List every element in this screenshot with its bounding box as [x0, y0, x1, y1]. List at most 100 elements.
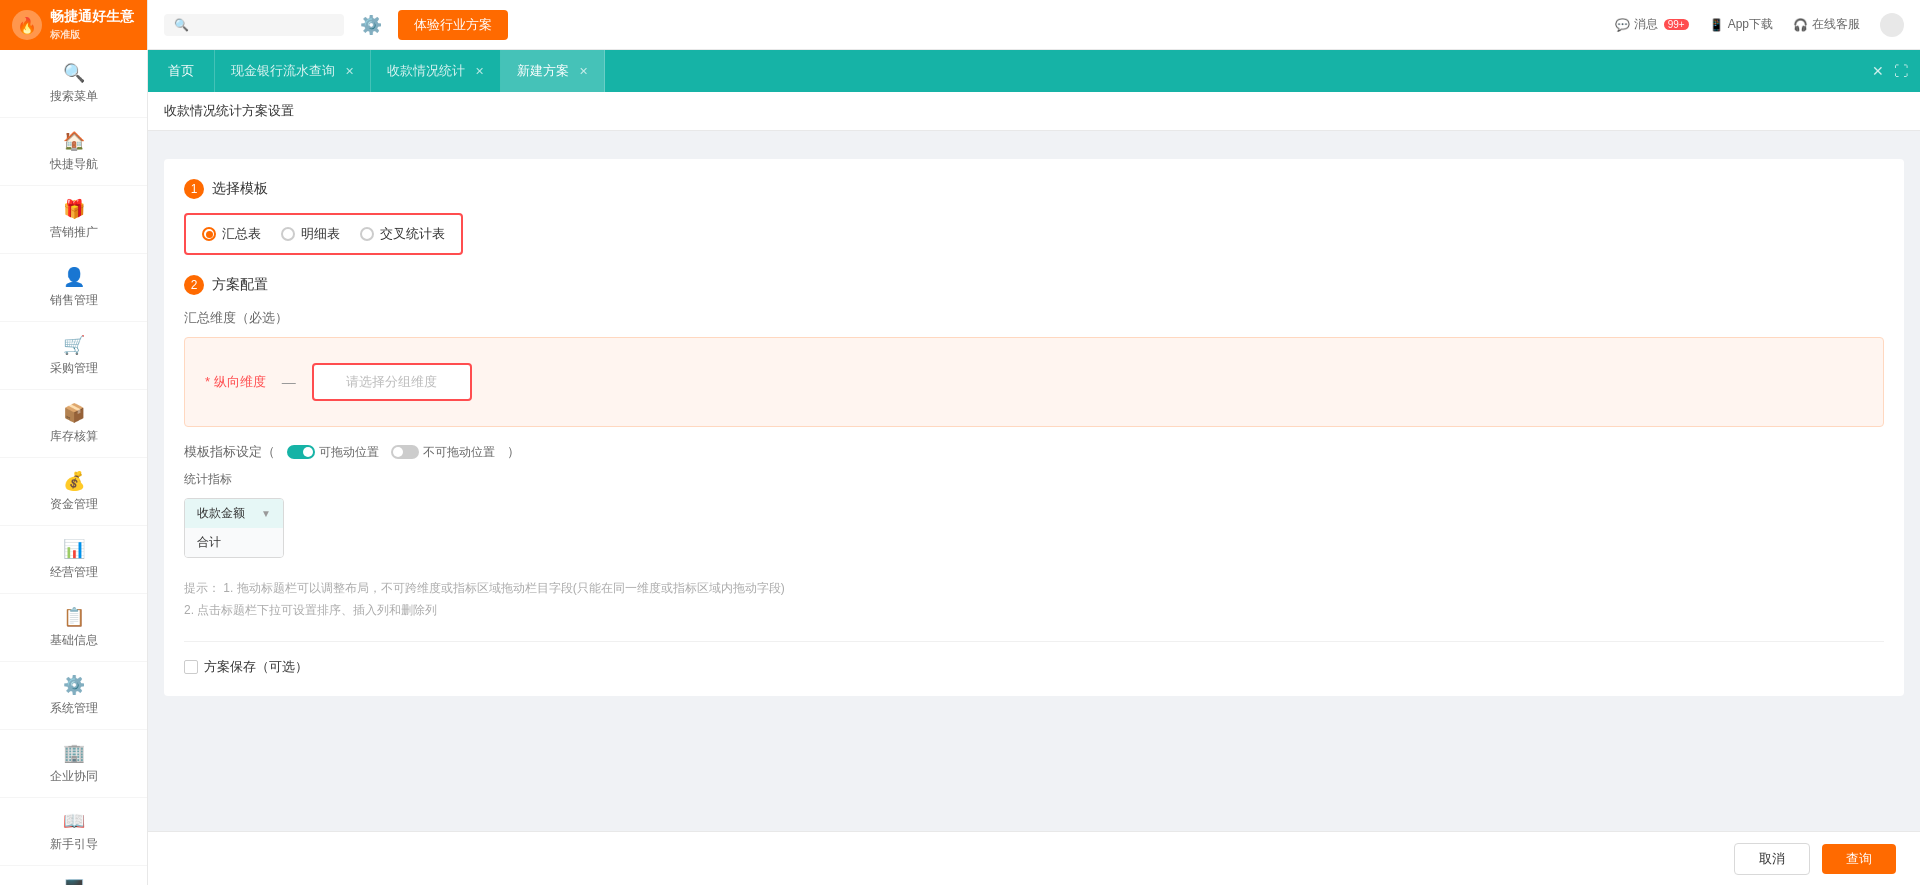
purchase-nav-icon: 🛒: [63, 334, 85, 356]
toggle-draggable[interactable]: 可拖动位置: [287, 444, 379, 461]
metrics-col-header-label: 收款金额: [197, 505, 245, 522]
toggle-active-pill: [287, 445, 315, 459]
radio-detail-label: 明细表: [301, 225, 340, 243]
messages-action[interactable]: 💬 消息 99+: [1615, 16, 1689, 33]
metrics-grid-wrapper: 统计指标 收款金额 ▼ 合计: [184, 471, 1884, 558]
app-download-label: App下载: [1728, 16, 1773, 33]
template-selection-box: 汇总表 明细表 交叉统计表: [184, 213, 463, 255]
avatar-icon: [1880, 13, 1904, 37]
app-download-action[interactable]: 📱 App下载: [1709, 16, 1773, 33]
cancel-button[interactable]: 取消: [1734, 843, 1810, 875]
tab-close-icon[interactable]: ✕: [1872, 63, 1884, 79]
toggle-inactive-pill: [391, 445, 419, 459]
sidebar-item-system[interactable]: ⚙️ 系统管理: [0, 662, 147, 730]
message-badge: 99+: [1664, 19, 1689, 30]
sidebar-label-operations: 经营管理: [50, 564, 98, 581]
radio-cross-label: 交叉统计表: [380, 225, 445, 243]
radio-summary[interactable]: 汇总表: [202, 225, 261, 243]
search-nav-icon: 🔍: [63, 62, 85, 84]
hint-section: 提示： 1. 拖动标题栏可以调整布局，不可跨维度或指标区域拖动栏目字段(只能在同…: [184, 578, 1884, 621]
sidebar-item-operations[interactable]: 📊 经营管理: [0, 526, 147, 594]
radio-cross[interactable]: 交叉统计表: [360, 225, 445, 243]
metrics-section-title: 模板指标设定（: [184, 443, 275, 461]
sidebar-label-inventory: 库存核算: [50, 428, 98, 445]
basicinfo-nav-icon: 📋: [63, 606, 85, 628]
sidebar-item-quicknav[interactable]: 🏠 快捷导航: [0, 118, 147, 186]
tab-cashflow[interactable]: 现金银行流水查询 ✕: [215, 50, 371, 92]
toggle-inactive-label: 不可拖动位置: [423, 444, 495, 461]
metrics-col-body: 合计: [185, 528, 283, 557]
search-icon: 🔍: [174, 18, 189, 32]
industry-solution-button[interactable]: 体验行业方案: [398, 10, 508, 40]
tab-new-plan[interactable]: 新建方案 ✕: [501, 50, 605, 92]
content-inner: 1 选择模板 汇总表 明细表: [148, 143, 1920, 712]
radio-detail[interactable]: 明细表: [281, 225, 340, 243]
page-title: 收款情况统计方案设置: [164, 103, 294, 118]
metrics-category-label: 统计指标: [184, 471, 284, 488]
sidebar-item-purchase[interactable]: 🛒 采购管理: [0, 322, 147, 390]
collab-nav-icon: 🏢: [63, 742, 85, 764]
tab-new-plan-close[interactable]: ✕: [579, 65, 588, 78]
radio-summary-circle: [202, 227, 216, 241]
query-button[interactable]: 查询: [1822, 844, 1896, 874]
content-area: 1 选择模板 汇总表 明细表: [148, 143, 1920, 831]
operations-nav-icon: 📊: [63, 538, 85, 560]
sidebar-item-basic-info[interactable]: 📋 基础信息: [0, 594, 147, 662]
hint-line-2: 2. 点击标题栏下拉可设置排序、插入列和删除列: [184, 600, 1884, 622]
message-icon: 💬: [1615, 18, 1630, 32]
sidebar-item-search[interactable]: 🔍 搜索菜单: [0, 50, 147, 118]
sidebar-item-enterprise-collab[interactable]: 🏢 企业协同: [0, 730, 147, 798]
tab-new-plan-label: 新建方案: [517, 62, 569, 80]
sidebar-label-search: 搜索菜单: [50, 88, 98, 105]
dimension-subsection: 汇总维度（必选） * 纵向维度 — 请选择分组维度: [184, 309, 1884, 427]
topbar-search-box[interactable]: 🔍: [164, 14, 344, 36]
sidebar-label-purchase: 采购管理: [50, 360, 98, 377]
save-checkbox[interactable]: [184, 660, 198, 674]
dimension-subsection-title: 汇总维度（必选）: [184, 309, 1884, 327]
page-title-bar: 收款情况统计方案设置: [148, 92, 1920, 131]
toggle-not-draggable[interactable]: 不可拖动位置: [391, 444, 495, 461]
logo-name: 畅捷通好生意: [50, 8, 134, 26]
step1-header: 1 选择模板: [184, 179, 1884, 199]
sidebar-label-marketing: 营销推广: [50, 224, 98, 241]
sidebar-item-sales[interactable]: 👤 销售管理: [0, 254, 147, 322]
save-option: 方案保存（可选）: [184, 658, 1884, 676]
dim-select-box[interactable]: 请选择分组维度: [312, 363, 472, 401]
settings-icon[interactable]: ⚙️: [360, 14, 382, 36]
save-option-label: 方案保存（可选）: [204, 658, 308, 676]
tab-payment-stats-close[interactable]: ✕: [475, 65, 484, 78]
sidebar-label-basic: 基础信息: [50, 632, 98, 649]
step1-number: 1: [184, 179, 204, 199]
dim-row-label: * 纵向维度: [205, 373, 266, 391]
radio-summary-label: 汇总表: [222, 225, 261, 243]
main-area: 🔍 ⚙️ 体验行业方案 💬 消息 99+ 📱 App下载 🎧 在线客服: [148, 0, 1920, 885]
messages-label: 消息: [1634, 16, 1658, 33]
sidebar-item-finance[interactable]: 💰 资金管理: [0, 458, 147, 526]
main-card: 1 选择模板 汇总表 明细表: [164, 159, 1904, 696]
tab-home[interactable]: 首页: [148, 50, 215, 92]
home-nav-icon: 🏠: [63, 130, 85, 152]
topbar-actions: 💬 消息 99+ 📱 App下载 🎧 在线客服: [1615, 13, 1904, 37]
metrics-section: 模板指标设定（ 可拖动位置 不可拖动位置 ）: [184, 443, 1884, 558]
hardware-nav-icon: 🖥️: [63, 878, 85, 885]
tab-cashflow-close[interactable]: ✕: [345, 65, 354, 78]
inventory-nav-icon: 📦: [63, 402, 85, 424]
sidebar-item-hardware[interactable]: 🖥️ 智能硬件: [0, 866, 147, 885]
sidebar-label-sales: 销售管理: [50, 292, 98, 309]
tab-payment-stats[interactable]: 收款情况统计 ✕: [371, 50, 501, 92]
online-service-action[interactable]: 🎧 在线客服: [1793, 16, 1860, 33]
sidebar: 🔥 畅捷通好生意 标准版 🔍 搜索菜单 🏠 快捷导航 🎁 营销推广 👤 销售管理…: [0, 0, 148, 885]
step2-section: 2 方案配置 汇总维度（必选） * 纵向维度 — 请选择分组维度: [184, 275, 1884, 621]
sidebar-item-inventory[interactable]: 📦 库存核算: [0, 390, 147, 458]
tab-home-label: 首页: [168, 62, 194, 80]
topbar: 🔍 ⚙️ 体验行业方案 💬 消息 99+ 📱 App下载 🎧 在线客服: [148, 0, 1920, 50]
sidebar-item-beginner[interactable]: 📖 新手引导: [0, 798, 147, 866]
user-avatar[interactable]: [1880, 13, 1904, 37]
radio-detail-circle: [281, 227, 295, 241]
sidebar-item-marketing[interactable]: 🎁 营销推广: [0, 186, 147, 254]
dimension-row: * 纵向维度 — 请选择分组维度: [205, 363, 472, 401]
tab-expand-icon[interactable]: ⛶: [1894, 63, 1908, 79]
sales-nav-icon: 👤: [63, 266, 85, 288]
step1-section: 1 选择模板 汇总表 明细表: [184, 179, 1884, 255]
metrics-col-header[interactable]: 收款金额 ▼: [185, 499, 283, 528]
